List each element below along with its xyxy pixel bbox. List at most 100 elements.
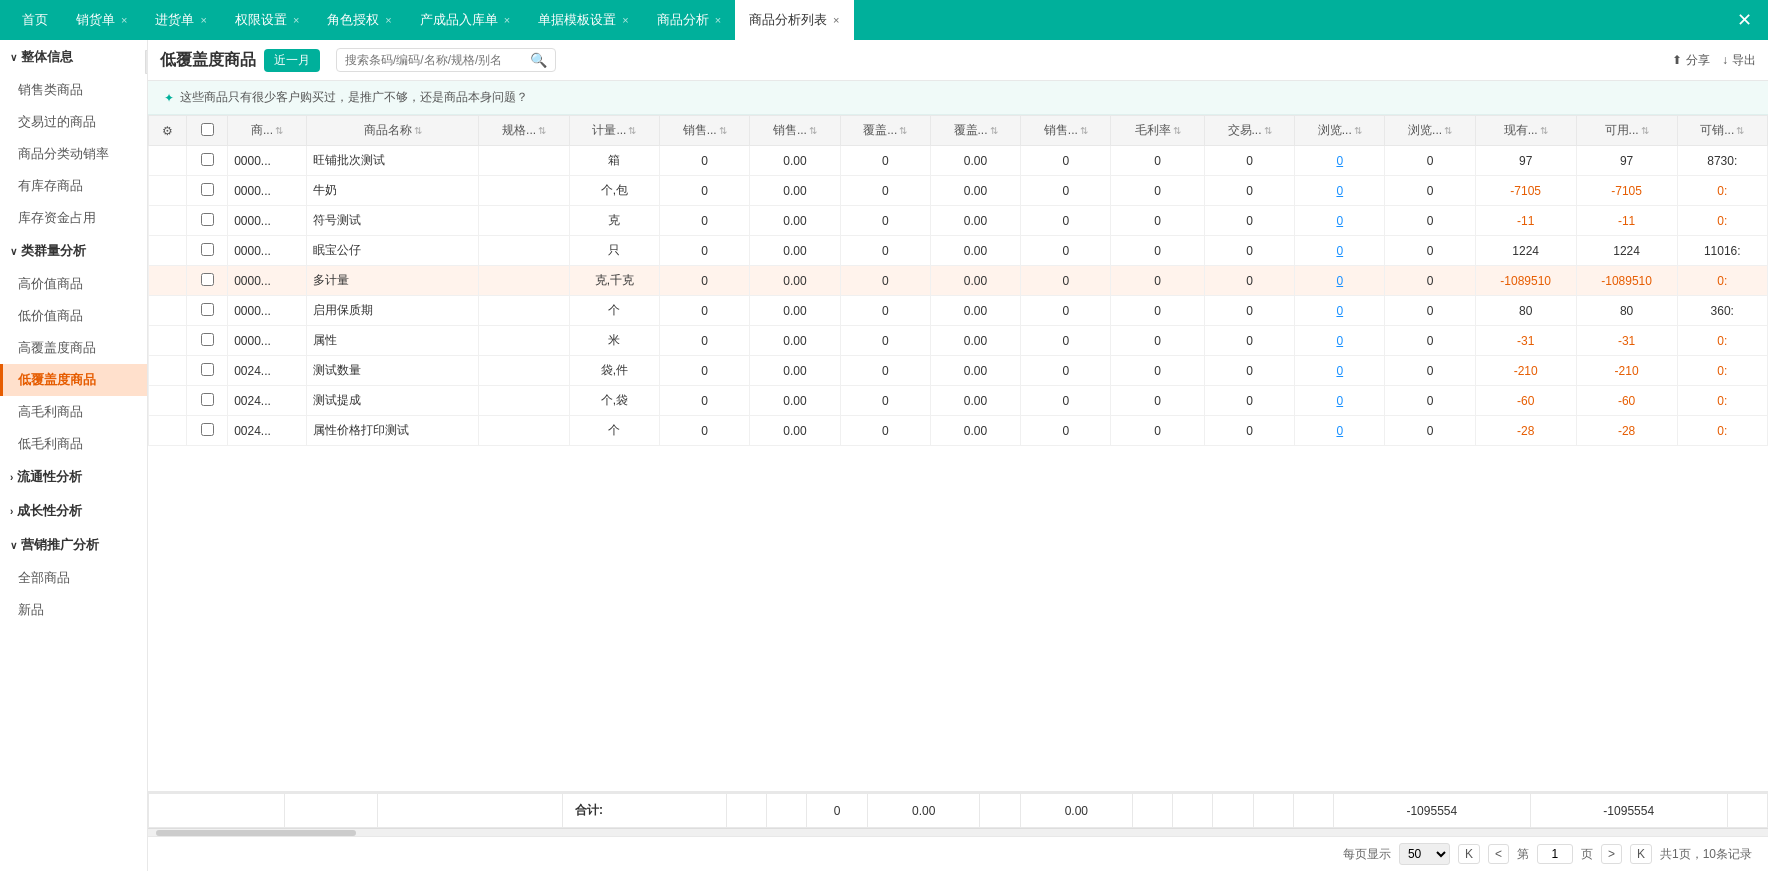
col-trade[interactable]: 交易...⇅ <box>1204 116 1294 146</box>
col-available-stock[interactable]: 可用...⇅ <box>1576 116 1677 146</box>
nav-item-permissions[interactable]: 权限设置 × <box>221 0 313 40</box>
row-checkbox[interactable] <box>187 296 228 326</box>
row-select-checkbox[interactable] <box>201 213 214 226</box>
sidebar-item-category-turnover[interactable]: 商品分类动销率 <box>0 138 147 170</box>
nav-item-analysis[interactable]: 商品分析 × <box>643 0 735 40</box>
row-settings[interactable] <box>149 326 187 356</box>
sidebar-item-all-goods[interactable]: 全部商品 <box>0 562 147 594</box>
row-settings[interactable] <box>149 236 187 266</box>
row-settings[interactable] <box>149 356 187 386</box>
row-checkbox[interactable] <box>187 176 228 206</box>
row-select-checkbox[interactable] <box>201 303 214 316</box>
sidebar-section-circulation[interactable]: › 流通性分析 <box>0 460 147 494</box>
sidebar-item-low-coverage[interactable]: 低覆盖度商品 <box>0 364 147 396</box>
row-settings[interactable] <box>149 416 187 446</box>
nav-item-inbound[interactable]: 产成品入库单 × <box>406 0 524 40</box>
col-sales2[interactable]: 销售...⇅ <box>1021 116 1111 146</box>
row-browse1[interactable]: 0 <box>1295 356 1385 386</box>
close-icon[interactable]: × <box>833 14 839 26</box>
row-browse1[interactable]: 0 <box>1295 176 1385 206</box>
sidebar-item-low-value[interactable]: 低价值商品 <box>0 300 147 332</box>
close-icon[interactable]: × <box>504 14 510 26</box>
col-current-stock[interactable]: 现有...⇅ <box>1475 116 1576 146</box>
sidebar-item-high-coverage[interactable]: 高覆盖度商品 <box>0 332 147 364</box>
row-checkbox[interactable] <box>187 236 228 266</box>
nav-item-home[interactable]: 首页 <box>8 0 62 40</box>
row-settings[interactable] <box>149 146 187 176</box>
col-name[interactable]: 商品名称⇅ <box>306 116 479 146</box>
close-icon[interactable]: × <box>200 14 206 26</box>
row-select-checkbox[interactable] <box>201 273 214 286</box>
nav-item-sales[interactable]: 销货单 × <box>62 0 141 40</box>
sidebar-item-high-margin[interactable]: 高毛利商品 <box>0 396 147 428</box>
col-checkbox[interactable] <box>187 116 228 146</box>
horizontal-scrollbar[interactable] <box>156 830 356 836</box>
select-all-checkbox[interactable] <box>201 123 214 136</box>
row-settings[interactable] <box>149 176 187 206</box>
col-sales-qty[interactable]: 销售...⇅ <box>660 116 750 146</box>
col-unit[interactable]: 计量...⇅ <box>569 116 659 146</box>
close-icon[interactable]: × <box>715 14 721 26</box>
col-browse2[interactable]: 浏览...⇅ <box>1385 116 1475 146</box>
row-select-checkbox[interactable] <box>201 183 214 196</box>
col-cover1[interactable]: 覆盖...⇅ <box>840 116 930 146</box>
row-browse1[interactable]: 0 <box>1295 206 1385 236</box>
col-settings[interactable]: ⚙ <box>149 116 187 146</box>
sidebar-item-new-goods[interactable]: 新品 <box>0 594 147 626</box>
row-checkbox[interactable] <box>187 386 228 416</box>
close-icon[interactable]: × <box>622 14 628 26</box>
period-button[interactable]: 近一月 <box>264 49 320 72</box>
row-browse1[interactable]: 0 <box>1295 236 1385 266</box>
sidebar-collapse-button[interactable]: « <box>145 50 148 74</box>
row-checkbox[interactable] <box>187 416 228 446</box>
row-select-checkbox[interactable] <box>201 423 214 436</box>
row-settings[interactable] <box>149 296 187 326</box>
sidebar-section-marketing[interactable]: ∨ 营销推广分析 <box>0 528 147 562</box>
row-checkbox[interactable] <box>187 326 228 356</box>
sidebar-item-sales-goods[interactable]: 销售类商品 <box>0 74 147 106</box>
row-browse1[interactable]: 0 <box>1295 296 1385 326</box>
prev-page-button[interactable]: < <box>1488 844 1509 864</box>
col-browse1[interactable]: 浏览...⇅ <box>1295 116 1385 146</box>
row-browse1[interactable]: 0 <box>1295 266 1385 296</box>
row-checkbox[interactable] <box>187 146 228 176</box>
nav-item-template[interactable]: 单据模板设置 × <box>524 0 642 40</box>
nav-item-analysis-list[interactable]: 商品分析列表 × <box>735 0 853 40</box>
col-spec[interactable]: 规格...⇅ <box>479 116 569 146</box>
row-browse1[interactable]: 0 <box>1295 326 1385 356</box>
search-icon[interactable]: 🔍 <box>530 52 547 68</box>
close-icon[interactable]: × <box>385 14 391 26</box>
sidebar-section-overall[interactable]: ∨ 整体信息 <box>0 40 147 74</box>
row-select-checkbox[interactable] <box>201 243 214 256</box>
sidebar-section-growth[interactable]: › 成长性分析 <box>0 494 147 528</box>
row-select-checkbox[interactable] <box>201 393 214 406</box>
window-close-button[interactable]: ✕ <box>1729 9 1760 31</box>
sidebar-item-low-margin[interactable]: 低毛利商品 <box>0 428 147 460</box>
sidebar-item-high-value[interactable]: 高价值商品 <box>0 268 147 300</box>
row-browse1[interactable]: 0 <box>1295 386 1385 416</box>
row-checkbox[interactable] <box>187 266 228 296</box>
page-input[interactable] <box>1537 844 1573 864</box>
col-gross-rate[interactable]: 毛利率⇅ <box>1111 116 1204 146</box>
row-select-checkbox[interactable] <box>201 363 214 376</box>
nav-item-purchase[interactable]: 进货单 × <box>141 0 220 40</box>
row-checkbox[interactable] <box>187 206 228 236</box>
sidebar-item-inventory-fund[interactable]: 库存资金占用 <box>0 202 147 234</box>
row-settings[interactable] <box>149 266 187 296</box>
col-cover2[interactable]: 覆盖...⇅ <box>930 116 1020 146</box>
search-input[interactable] <box>345 53 530 67</box>
close-icon[interactable]: × <box>293 14 299 26</box>
nav-item-role[interactable]: 角色授权 × <box>313 0 405 40</box>
sidebar-section-cluster[interactable]: ∨ 类群量分析 <box>0 234 147 268</box>
export-button[interactable]: ↓ 导出 <box>1722 52 1756 69</box>
row-select-checkbox[interactable] <box>201 333 214 346</box>
next-page-button[interactable]: > <box>1601 844 1622 864</box>
share-button[interactable]: ⬆ 分享 <box>1672 52 1710 69</box>
row-settings[interactable] <box>149 206 187 236</box>
col-code[interactable]: 商...⇅ <box>228 116 307 146</box>
close-icon[interactable]: × <box>121 14 127 26</box>
sidebar-item-traded-goods[interactable]: 交易过的商品 <box>0 106 147 138</box>
last-page-button[interactable]: K <box>1630 844 1652 864</box>
row-checkbox[interactable] <box>187 356 228 386</box>
sidebar-item-in-stock[interactable]: 有库存商品 <box>0 170 147 202</box>
